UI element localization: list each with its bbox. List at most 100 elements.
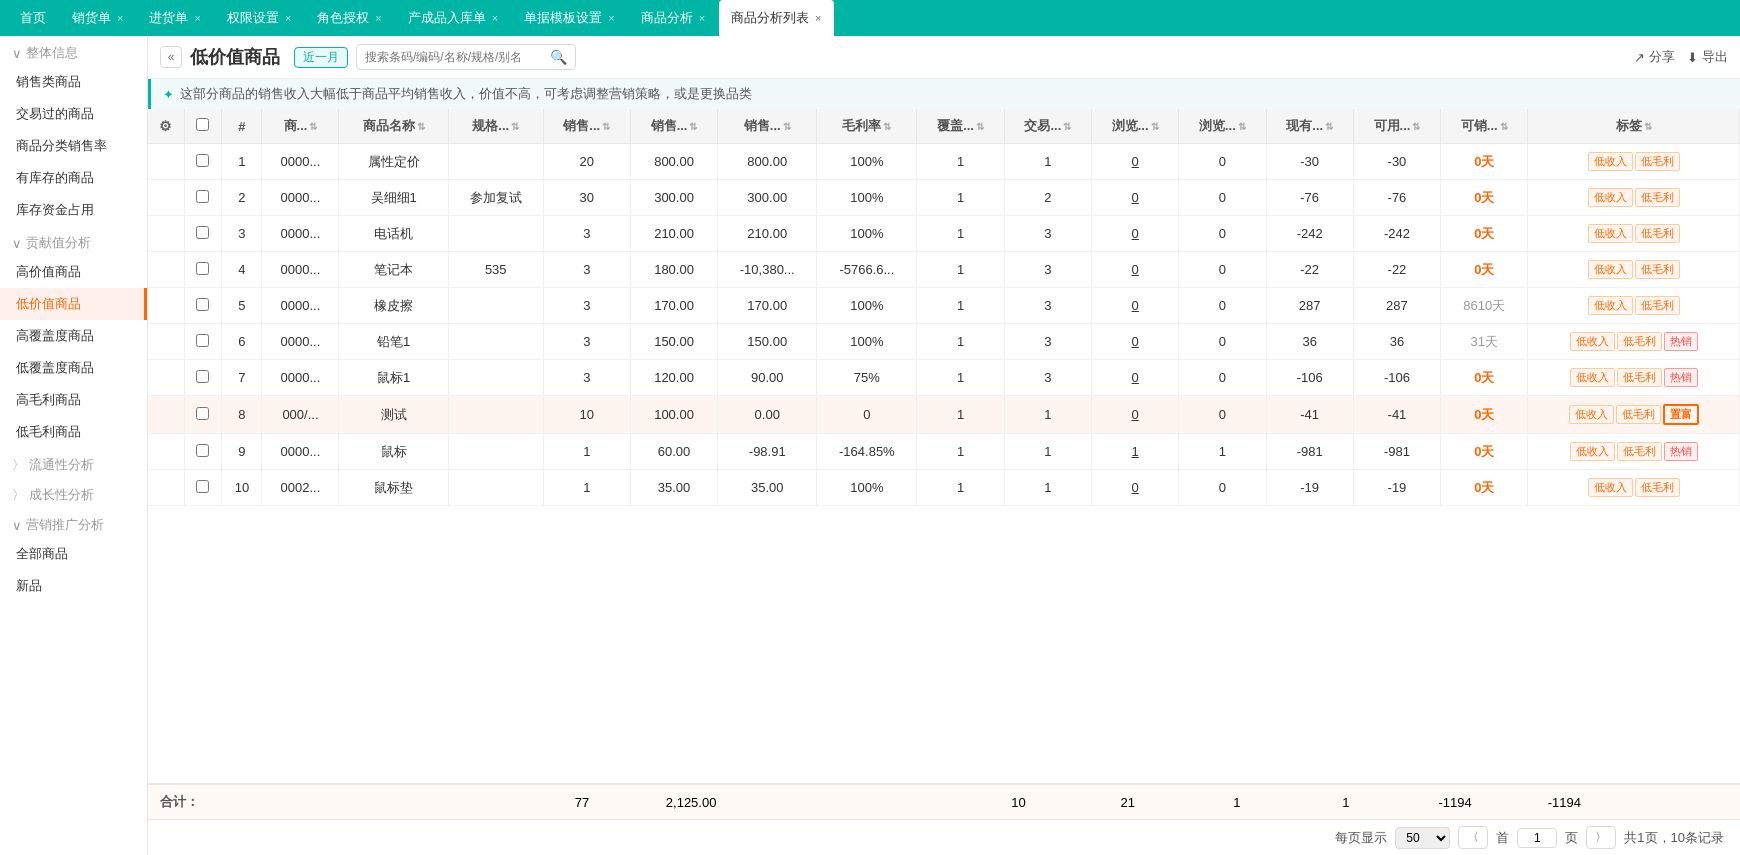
row-checkbox[interactable] [196, 190, 209, 203]
sidebar-item-all-products[interactable]: 全部商品 [0, 538, 147, 570]
collapse-sidebar-button[interactable]: « [160, 46, 182, 68]
sidebar-item-high-margin[interactable]: 高毛利商品 [0, 384, 147, 416]
nav-tab-template[interactable]: 单据模板设置 × [512, 0, 626, 36]
nav-tab-perms[interactable]: 权限设置 × [215, 0, 303, 36]
row-sales-qty: 3 [543, 252, 630, 288]
row-checkbox[interactable] [196, 370, 209, 383]
row-checkbox[interactable] [196, 298, 209, 311]
sidebar-group-circulation[interactable]: 〉 流通性分析 [0, 448, 147, 478]
sidebar-item-sales-products[interactable]: 销售类商品 [0, 66, 147, 98]
row-sales-amt: 150.00 [630, 324, 717, 360]
days-label: 8610天 [1463, 298, 1505, 313]
search-input[interactable] [365, 50, 546, 64]
browse1-link[interactable]: 0 [1132, 480, 1139, 495]
col-settings[interactable]: ⚙ [148, 109, 184, 144]
browse1-link[interactable]: 0 [1132, 262, 1139, 277]
sidebar-item-low-coverage[interactable]: 低覆盖度商品 [0, 352, 147, 384]
row-name: 电话机 [339, 216, 448, 252]
table-wrapper[interactable]: ⚙ # 商...⇅ 商品名称⇅ 规格...⇅ 销售...⇅ 销售...⇅ 销售.… [148, 109, 1740, 783]
row-checkbox[interactable] [196, 334, 209, 347]
nav-tab-home[interactable]: 首页 [8, 0, 58, 36]
row-code: 0000... [262, 434, 339, 470]
close-sales-icon[interactable]: × [117, 12, 123, 24]
row-settings-cell [148, 180, 184, 216]
sidebar-group-overall[interactable]: ∨ 整体信息 [0, 36, 147, 66]
sidebar-item-high-value[interactable]: 高价值商品 [0, 256, 147, 288]
row-checkbox[interactable] [196, 444, 209, 457]
close-analysis-list-icon[interactable]: × [815, 12, 821, 24]
alert-text: 这部分商品的销售收入大幅低于商品平均销售收入，价值不高，可考虑调整营销策略，或是… [180, 85, 752, 103]
search-icon[interactable]: 🔍 [550, 49, 567, 65]
sidebar-group-marketing[interactable]: ∨ 营销推广分析 [0, 508, 147, 538]
days-label: 0天 [1474, 226, 1494, 241]
row-available: -30 [1353, 144, 1440, 180]
close-perms-icon[interactable]: × [285, 12, 291, 24]
footer-browse2: 1 [1311, 795, 1381, 810]
row-trade: 1 [1004, 470, 1091, 506]
row-browse1: 0 [1091, 360, 1178, 396]
select-all-checkbox[interactable] [196, 118, 209, 131]
sidebar-item-stock-capital[interactable]: 库存资金占用 [0, 194, 147, 226]
nav-tab-sales[interactable]: 销货单 × [60, 0, 135, 36]
browse1-link[interactable]: 0 [1132, 334, 1139, 349]
close-stock-icon[interactable]: × [492, 12, 498, 24]
nav-tab-analysis-list[interactable]: 商品分析列表 × [719, 0, 833, 36]
col-checkbox-all[interactable] [184, 109, 222, 144]
row-checkbox[interactable] [196, 480, 209, 493]
col-spec: 规格...⇅ [448, 109, 543, 144]
sidebar-item-low-margin[interactable]: 低毛利商品 [0, 416, 147, 448]
nav-tab-purchase[interactable]: 进货单 × [137, 0, 212, 36]
row-checkbox[interactable] [196, 154, 209, 167]
tag-label: 低毛利 [1617, 442, 1662, 461]
row-checkbox[interactable] [196, 407, 209, 420]
close-purchase-icon[interactable]: × [194, 12, 200, 24]
browse1-link[interactable]: 0 [1132, 154, 1139, 169]
sidebar-item-low-value[interactable]: 低价值商品 [0, 288, 147, 320]
page-number-input[interactable] [1517, 828, 1557, 848]
sidebar-item-new-products[interactable]: 新品 [0, 570, 147, 602]
pagination: 每页显示 50 100 200 〈 首 页 〉 共1页，10条记录 [148, 819, 1740, 855]
browse1-link[interactable]: 1 [1132, 444, 1139, 459]
share-button[interactable]: ↗ 分享 [1634, 48, 1675, 66]
browse1-link[interactable]: 0 [1132, 190, 1139, 205]
date-tag-button[interactable]: 近一月 [294, 47, 348, 68]
sidebar-group-contribution[interactable]: ∨ 贡献值分析 [0, 226, 147, 256]
col-available: 可用...⇅ [1353, 109, 1440, 144]
row-days: 0天 [1441, 180, 1528, 216]
row-code: 0000... [262, 324, 339, 360]
nav-tab-analysis[interactable]: 商品分析 × [629, 0, 717, 36]
sidebar-group-growth[interactable]: 〉 成长性分析 [0, 478, 147, 508]
column-settings-icon[interactable]: ⚙ [159, 118, 172, 134]
nav-tab-stock-in[interactable]: 产成品入库单 × [396, 0, 510, 36]
sidebar-item-category-rate[interactable]: 商品分类销售率 [0, 130, 147, 162]
row-tags: 低收入低毛利热销 [1528, 360, 1740, 396]
row-margin: 100% [817, 324, 917, 360]
export-button[interactable]: ⬇ 导出 [1687, 48, 1728, 66]
row-checkbox[interactable] [196, 262, 209, 275]
row-checkbox-cell [184, 470, 222, 506]
sidebar-item-high-coverage[interactable]: 高覆盖度商品 [0, 320, 147, 352]
close-roles-icon[interactable]: × [375, 12, 381, 24]
tag-label: 热销 [1664, 442, 1698, 461]
row-sales-cost: -10,380... [718, 252, 817, 288]
next-page-button[interactable]: 〉 [1586, 826, 1616, 849]
first-page-button[interactable]: 〈 [1458, 826, 1488, 849]
alert-icon: ✦ [163, 87, 174, 102]
row-code: 0002... [262, 470, 339, 506]
browse1-link[interactable]: 0 [1132, 226, 1139, 241]
tag-label: 低毛利 [1616, 405, 1661, 424]
row-trade: 3 [1004, 360, 1091, 396]
close-template-icon[interactable]: × [608, 12, 614, 24]
browse1-link[interactable]: 0 [1132, 370, 1139, 385]
page-size-select[interactable]: 50 100 200 [1395, 827, 1450, 849]
close-analysis-icon[interactable]: × [699, 12, 705, 24]
sidebar-item-with-stock[interactable]: 有库存的商品 [0, 162, 147, 194]
row-sales-amt: 100.00 [630, 396, 717, 434]
browse1-link[interactable]: 0 [1132, 298, 1139, 313]
row-checkbox[interactable] [196, 226, 209, 239]
tag-label: 低收入 [1588, 188, 1633, 207]
row-margin: -164.85% [817, 434, 917, 470]
nav-tab-roles[interactable]: 角色授权 × [305, 0, 393, 36]
sidebar-item-traded[interactable]: 交易过的商品 [0, 98, 147, 130]
browse1-link[interactable]: 0 [1132, 407, 1139, 422]
